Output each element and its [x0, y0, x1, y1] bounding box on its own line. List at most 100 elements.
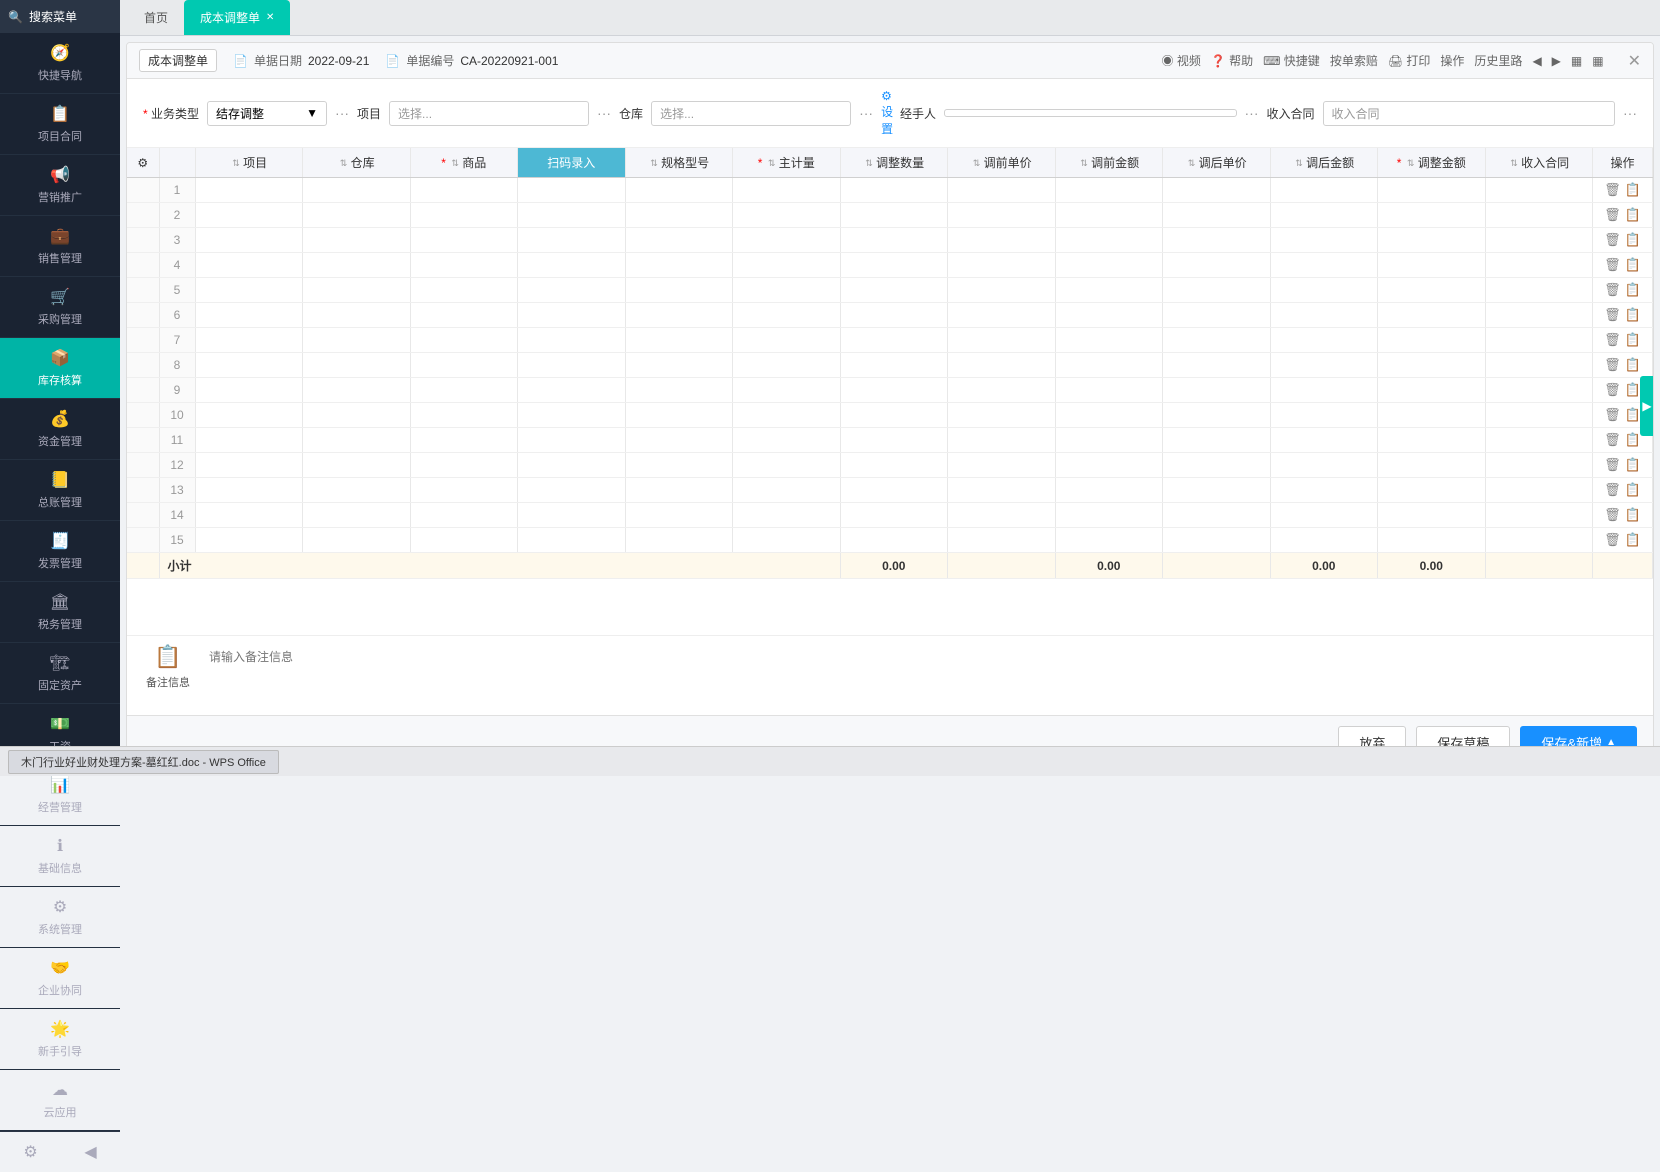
- prev-price-cell[interactable]: [948, 303, 1056, 328]
- qty-cell[interactable]: [840, 253, 948, 278]
- action-grid1[interactable]: ▦: [1571, 54, 1582, 68]
- scan-cell[interactable]: [518, 453, 626, 478]
- qty-cell[interactable]: [840, 528, 948, 553]
- delete-icon[interactable]: 🗑: [1604, 307, 1621, 323]
- warehouse-cell[interactable]: [303, 528, 411, 553]
- adj-amount-cell[interactable]: [1378, 253, 1486, 278]
- goods-cell[interactable]: [410, 178, 518, 203]
- notes-input[interactable]: [205, 644, 1637, 680]
- prev-price-cell[interactable]: [948, 528, 1056, 553]
- spec-cell[interactable]: [625, 378, 733, 403]
- unit-cell[interactable]: [733, 353, 841, 378]
- col-adj-amount[interactable]: ⇅ 调整金额: [1378, 148, 1486, 178]
- copy-icon[interactable]: 📋: [1625, 357, 1641, 373]
- sidebar-item-enterprise-collab[interactable]: 🤝企业协同: [0, 948, 120, 1009]
- new-amount-cell[interactable]: [1270, 478, 1378, 503]
- project-cell[interactable]: [195, 403, 303, 428]
- new-price-cell[interactable]: [1163, 253, 1271, 278]
- spec-cell[interactable]: [625, 178, 733, 203]
- prev-amount-cell[interactable]: [1055, 428, 1163, 453]
- project-cell[interactable]: [195, 178, 303, 203]
- copy-icon[interactable]: 📋: [1625, 282, 1641, 298]
- project-cell[interactable]: [195, 228, 303, 253]
- income-contract-cell[interactable]: [1485, 453, 1593, 478]
- copy-icon[interactable]: 📋: [1625, 507, 1641, 523]
- income-contract-cell[interactable]: [1485, 328, 1593, 353]
- sidebar-item-purchase-mgmt[interactable]: 🛒采购管理: [0, 277, 120, 338]
- prev-price-cell[interactable]: [948, 203, 1056, 228]
- handler-input[interactable]: [944, 109, 1236, 117]
- prev-price-cell[interactable]: [948, 328, 1056, 353]
- unit-cell[interactable]: [733, 228, 841, 253]
- unit-cell[interactable]: [733, 478, 841, 503]
- project-more[interactable]: ···: [597, 105, 611, 121]
- delete-icon[interactable]: 🗑: [1604, 357, 1621, 373]
- action-nav-prev[interactable]: ◀: [1532, 54, 1541, 68]
- income-contract-more[interactable]: ···: [1623, 105, 1637, 121]
- income-contract-cell[interactable]: [1485, 503, 1593, 528]
- new-amount-cell[interactable]: [1270, 178, 1378, 203]
- copy-icon[interactable]: 📋: [1625, 332, 1641, 348]
- income-contract-cell[interactable]: [1485, 228, 1593, 253]
- goods-cell[interactable]: [410, 278, 518, 303]
- project-input[interactable]: 选择...: [389, 101, 589, 126]
- qty-cell[interactable]: [840, 278, 948, 303]
- qty-cell[interactable]: [840, 403, 948, 428]
- scan-cell[interactable]: [518, 428, 626, 453]
- sidebar-item-sales-mgmt[interactable]: 💼销售管理: [0, 216, 120, 277]
- col-new-amount[interactable]: ⇅ 调后金额: [1270, 148, 1378, 178]
- income-contract-cell[interactable]: [1485, 378, 1593, 403]
- adj-amount-cell[interactable]: [1378, 228, 1486, 253]
- unit-cell[interactable]: [733, 378, 841, 403]
- new-price-cell[interactable]: [1163, 278, 1271, 303]
- sidebar-item-project-contract[interactable]: 📋项目合同: [0, 94, 120, 155]
- delete-icon[interactable]: 🗑: [1604, 532, 1621, 548]
- tab-home[interactable]: 首页: [128, 0, 184, 35]
- spec-cell[interactable]: [625, 503, 733, 528]
- col-income-contract[interactable]: ⇅ 收入合同: [1485, 148, 1593, 178]
- prev-price-cell[interactable]: [948, 228, 1056, 253]
- unit-cell[interactable]: [733, 428, 841, 453]
- warehouse-cell[interactable]: [303, 178, 411, 203]
- copy-icon[interactable]: 📋: [1625, 207, 1641, 223]
- scan-cell[interactable]: [518, 203, 626, 228]
- prev-price-cell[interactable]: [948, 503, 1056, 528]
- new-amount-cell[interactable]: [1270, 403, 1378, 428]
- spec-cell[interactable]: [625, 478, 733, 503]
- action-history[interactable]: 历史里路: [1474, 52, 1522, 69]
- new-amount-cell[interactable]: [1270, 328, 1378, 353]
- scan-cell[interactable]: [518, 303, 626, 328]
- spec-cell[interactable]: [625, 403, 733, 428]
- scan-cell[interactable]: [518, 253, 626, 278]
- goods-cell[interactable]: [410, 528, 518, 553]
- copy-icon[interactable]: 📋: [1625, 532, 1641, 548]
- delete-icon[interactable]: 🗑: [1604, 407, 1621, 423]
- handler-more[interactable]: ···: [1245, 105, 1259, 121]
- prev-price-cell[interactable]: [948, 403, 1056, 428]
- adj-amount-cell[interactable]: [1378, 353, 1486, 378]
- sidebar-item-fund-mgmt[interactable]: 💰资金管理: [0, 399, 120, 460]
- warehouse-cell[interactable]: [303, 228, 411, 253]
- unit-cell[interactable]: [733, 278, 841, 303]
- new-amount-cell[interactable]: [1270, 278, 1378, 303]
- qty-cell[interactable]: [840, 203, 948, 228]
- right-panel-toggle[interactable]: ▶: [1640, 376, 1654, 436]
- goods-cell[interactable]: [410, 203, 518, 228]
- sidebar-item-quick-nav[interactable]: 🧭快捷导航: [0, 33, 120, 94]
- project-cell[interactable]: [195, 353, 303, 378]
- new-amount-cell[interactable]: [1270, 203, 1378, 228]
- sidebar-item-cloud-apps[interactable]: ☁云应用: [0, 1070, 120, 1131]
- warehouse-input[interactable]: 选择...: [651, 101, 851, 126]
- goods-cell[interactable]: [410, 328, 518, 353]
- warehouse-cell[interactable]: [303, 503, 411, 528]
- sidebar-search[interactable]: 🔍 搜索菜单: [0, 0, 120, 33]
- new-amount-cell[interactable]: [1270, 428, 1378, 453]
- settings-btn[interactable]: ⚙ 设置: [881, 89, 893, 137]
- action-claim[interactable]: 按单索赔: [1330, 52, 1378, 69]
- spec-cell[interactable]: [625, 228, 733, 253]
- project-cell[interactable]: [195, 278, 303, 303]
- new-price-cell[interactable]: [1163, 528, 1271, 553]
- copy-icon[interactable]: 📋: [1625, 382, 1641, 398]
- unit-cell[interactable]: [733, 303, 841, 328]
- prev-price-cell[interactable]: [948, 353, 1056, 378]
